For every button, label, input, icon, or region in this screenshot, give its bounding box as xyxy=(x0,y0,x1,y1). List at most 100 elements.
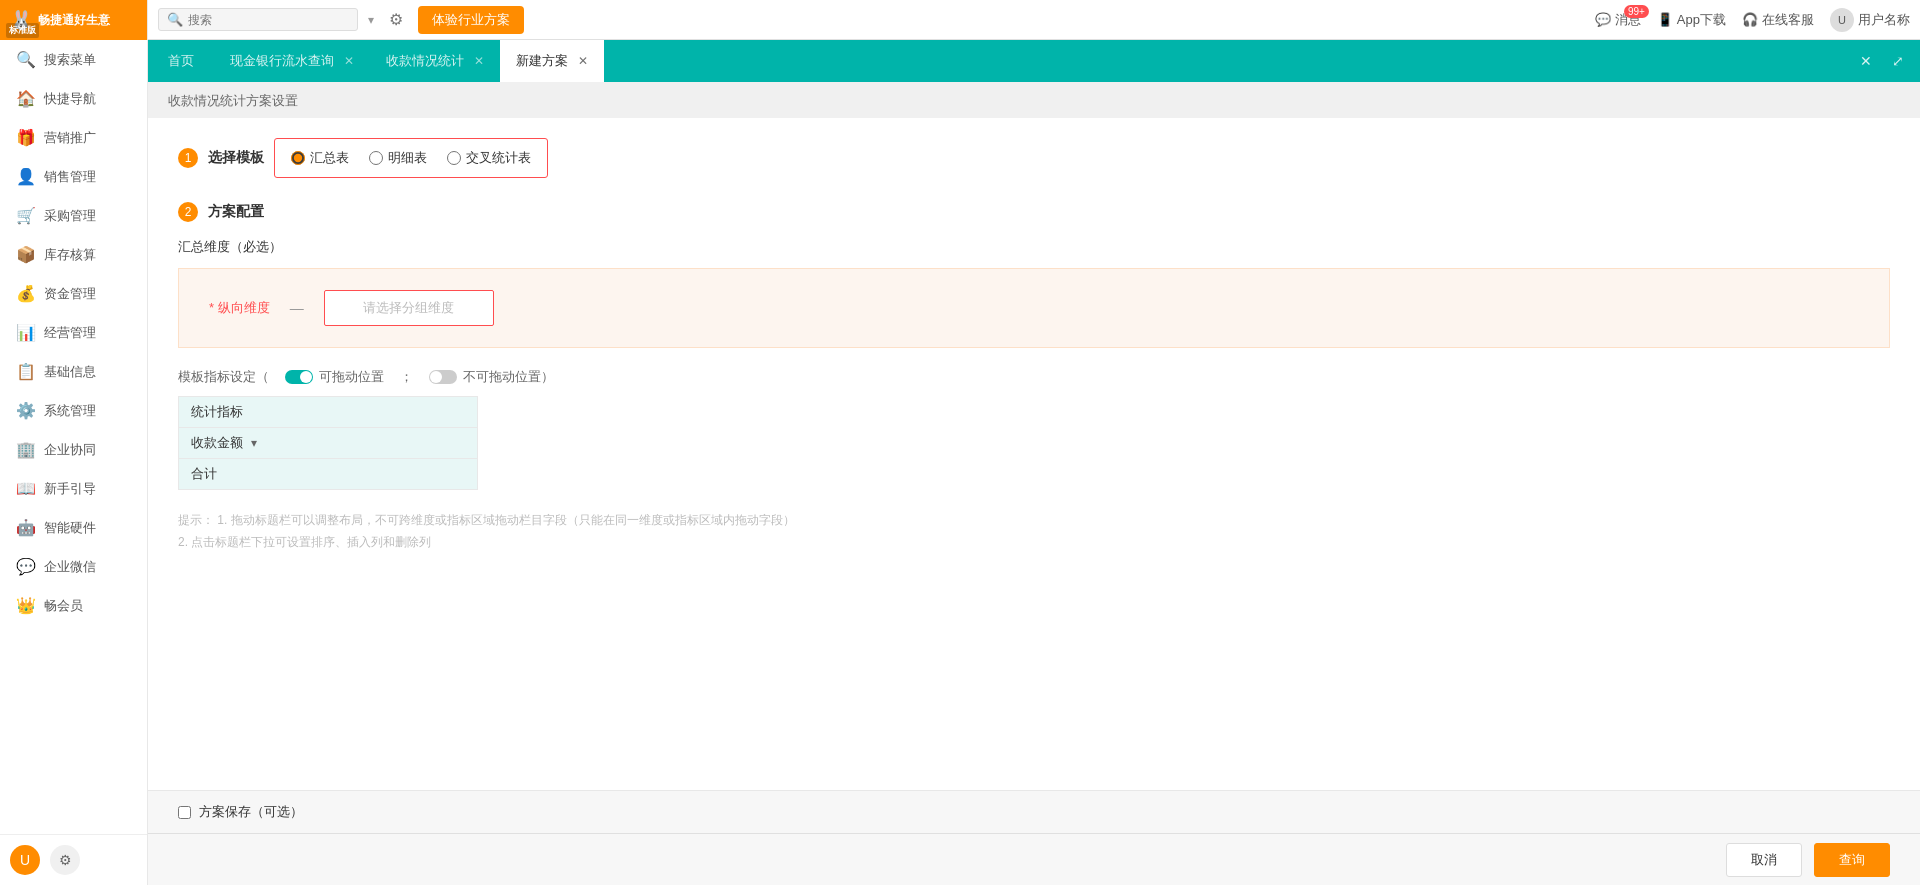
template-selection-section: 1 选择模板 汇总表 明细表 交叉统计表 xyxy=(178,138,1890,178)
settings-bottom-icon[interactable]: ⚙ xyxy=(50,845,80,875)
fixed-toggle[interactable]: 不可拖动位置） xyxy=(429,368,554,386)
download-item[interactable]: 📱 App下载 xyxy=(1657,11,1726,29)
tab-collection-stats-close-icon[interactable]: ✕ xyxy=(474,54,484,68)
fixed-toggle-dot[interactable] xyxy=(429,370,457,384)
sidebar-item-guide[interactable]: 📖 新手引导 xyxy=(0,469,147,508)
enterprise-icon: 🏢 xyxy=(16,440,36,459)
sidebar-item-inventory[interactable]: 📦 库存核算 xyxy=(0,235,147,274)
draggable-toggle-dot[interactable] xyxy=(285,370,313,384)
config-body: 汇总维度（必选） * 纵向维度 — 请选择分组维度 模板指标设定（ 可拖动位置 xyxy=(178,238,1890,553)
tab-collection-stats[interactable]: 收款情况统计 ✕ xyxy=(370,40,500,82)
sidebar-item-label: 经营管理 xyxy=(44,324,96,342)
collection-dropdown-icon[interactable]: ▾ xyxy=(251,436,257,450)
sidebar-item-sales[interactable]: 👤 销售管理 xyxy=(0,157,147,196)
fixed-label: 不可拖动位置） xyxy=(463,368,554,386)
metrics-header-label: 统计指标 xyxy=(191,404,243,419)
metrics-table-header: 统计指标 xyxy=(179,397,477,428)
radio-cross-input[interactable] xyxy=(447,151,461,165)
save-label: 方案保存（可选） xyxy=(199,803,303,821)
sidebar-item-smart-hw[interactable]: 🤖 智能硬件 xyxy=(0,508,147,547)
sidebar-item-label: 采购管理 xyxy=(44,207,96,225)
tab-bank-flow[interactable]: 现金银行流水查询 ✕ xyxy=(214,40,370,82)
page-body: 1 选择模板 汇总表 明细表 交叉统计表 xyxy=(148,118,1920,790)
tab-new-plan-close-icon[interactable]: ✕ xyxy=(578,54,588,68)
main-area: 🔍 ▾ ⚙ 体验行业方案 💬 消息 99+ 📱 App下载 🎧 在线客服 U 用… xyxy=(148,0,1920,885)
draggable-label: 可拖动位置 xyxy=(319,368,384,386)
sidebar: 🐰 畅捷通好生意 标准版 🔍 搜索菜单 🏠 快捷导航 🎁 营销推广 👤 销售管理… xyxy=(0,0,148,885)
logo-badge: 标准版 xyxy=(6,23,39,38)
user-info[interactable]: U 用户名称 xyxy=(1830,8,1910,32)
settings-icon[interactable]: ⚙ xyxy=(384,10,408,29)
notification-item[interactable]: 💬 消息 99+ xyxy=(1595,11,1641,29)
basic-info-icon: 📋 xyxy=(16,362,36,381)
save-checkbox[interactable] xyxy=(178,806,191,819)
user-avatar-icon[interactable]: U xyxy=(10,845,40,875)
radio-detail-input[interactable] xyxy=(369,151,383,165)
sidebar-item-search-menu[interactable]: 🔍 搜索菜单 xyxy=(0,40,147,79)
tips-section: 提示： 1. 拖动标题栏可以调整布局，不可跨维度或指标区域拖动栏目字段（只能在同… xyxy=(178,510,1890,553)
section2-header: 2 方案配置 xyxy=(178,202,1890,222)
radio-cross[interactable]: 交叉统计表 xyxy=(447,149,531,167)
cancel-button[interactable]: 取消 xyxy=(1726,843,1802,877)
member-icon: 👑 xyxy=(16,596,36,615)
row-dimension-label: * 纵向维度 xyxy=(209,299,270,317)
sidebar-item-label: 营销推广 xyxy=(44,129,96,147)
sidebar-item-purchase[interactable]: 🛒 采购管理 xyxy=(0,196,147,235)
draggable-toggle[interactable]: 可拖动位置 xyxy=(285,368,384,386)
metrics-header: 模板指标设定（ 可拖动位置 ； 不可拖动位置） xyxy=(178,368,1890,386)
tab-bank-flow-close-icon[interactable]: ✕ xyxy=(344,54,354,68)
search-box[interactable]: 🔍 xyxy=(158,8,358,31)
tab-bank-flow-label: 现金银行流水查询 xyxy=(230,52,334,70)
metrics-row-collection[interactable]: 收款金额 ▾ xyxy=(179,428,477,459)
sidebar-item-basic-info[interactable]: 📋 基础信息 xyxy=(0,352,147,391)
radio-detail-label: 明细表 xyxy=(388,149,427,167)
radio-detail[interactable]: 明细表 xyxy=(369,149,427,167)
template-options: 汇总表 明细表 交叉统计表 xyxy=(274,138,548,178)
save-section: 方案保存（可选） xyxy=(148,790,1920,833)
industry-plan-button[interactable]: 体验行业方案 xyxy=(418,6,524,34)
tab-new-plan[interactable]: 新建方案 ✕ xyxy=(500,40,604,82)
smart-hw-icon: 🤖 xyxy=(16,518,36,537)
sidebar-item-label: 智能硬件 xyxy=(44,519,96,537)
sidebar-item-finance[interactable]: 💰 资金管理 xyxy=(0,274,147,313)
search-icon: 🔍 xyxy=(167,12,183,27)
collection-amount-label: 收款金额 xyxy=(191,434,243,452)
sidebar-item-label: 库存核算 xyxy=(44,246,96,264)
sidebar-item-marketing[interactable]: 🎁 营销推广 xyxy=(0,118,147,157)
dimension-select[interactable]: 请选择分组维度 xyxy=(324,290,494,326)
sidebar-item-enterprise[interactable]: 🏢 企业协同 xyxy=(0,430,147,469)
radio-summary[interactable]: 汇总表 xyxy=(291,149,349,167)
sidebar-item-member[interactable]: 👑 畅会员 xyxy=(0,586,147,625)
sales-icon: 👤 xyxy=(16,167,36,186)
metrics-subtotal-row: 合计 xyxy=(179,459,477,489)
section1-header: 1 选择模板 汇总表 明细表 交叉统计表 xyxy=(178,138,1890,178)
section1-number: 1 xyxy=(178,148,198,168)
radio-summary-input[interactable] xyxy=(291,151,305,165)
sidebar-item-operations[interactable]: 📊 经营管理 xyxy=(0,313,147,352)
sidebar-item-label: 系统管理 xyxy=(44,402,96,420)
service-item[interactable]: 🎧 在线客服 xyxy=(1742,11,1814,29)
download-label: App下载 xyxy=(1677,11,1726,29)
topbar: 🔍 ▾ ⚙ 体验行业方案 💬 消息 99+ 📱 App下载 🎧 在线客服 U 用… xyxy=(148,0,1920,40)
search-input[interactable] xyxy=(188,13,348,27)
sidebar-item-label: 新手引导 xyxy=(44,480,96,498)
maximize-icon[interactable]: ⤢ xyxy=(1886,49,1910,73)
sidebar-item-system[interactable]: ⚙️ 系统管理 xyxy=(0,391,147,430)
message-icon: 💬 xyxy=(1595,12,1611,27)
tab-home[interactable]: 首页 xyxy=(148,40,214,82)
query-button[interactable]: 查询 xyxy=(1814,843,1890,877)
chevron-down-icon[interactable]: ▾ xyxy=(368,13,374,27)
sidebar-item-wechat[interactable]: 💬 企业微信 xyxy=(0,547,147,586)
operations-icon: 📊 xyxy=(16,323,36,342)
guide-icon: 📖 xyxy=(16,479,36,498)
wechat-icon: 💬 xyxy=(16,557,36,576)
sidebar-item-quick-nav[interactable]: 🏠 快捷导航 xyxy=(0,79,147,118)
tab-home-label: 首页 xyxy=(168,52,194,70)
sidebar-item-label: 企业微信 xyxy=(44,558,96,576)
logo-text: 畅捷通好生意 xyxy=(38,13,110,27)
section1-title: 选择模板 xyxy=(208,149,264,167)
plan-config-section: 2 方案配置 汇总维度（必选） * 纵向维度 — 请选择分组维度 模板指标设定（ xyxy=(178,202,1890,553)
system-icon: ⚙️ xyxy=(16,401,36,420)
section2-title: 方案配置 xyxy=(208,203,264,221)
close-window-icon[interactable]: ✕ xyxy=(1854,49,1878,73)
